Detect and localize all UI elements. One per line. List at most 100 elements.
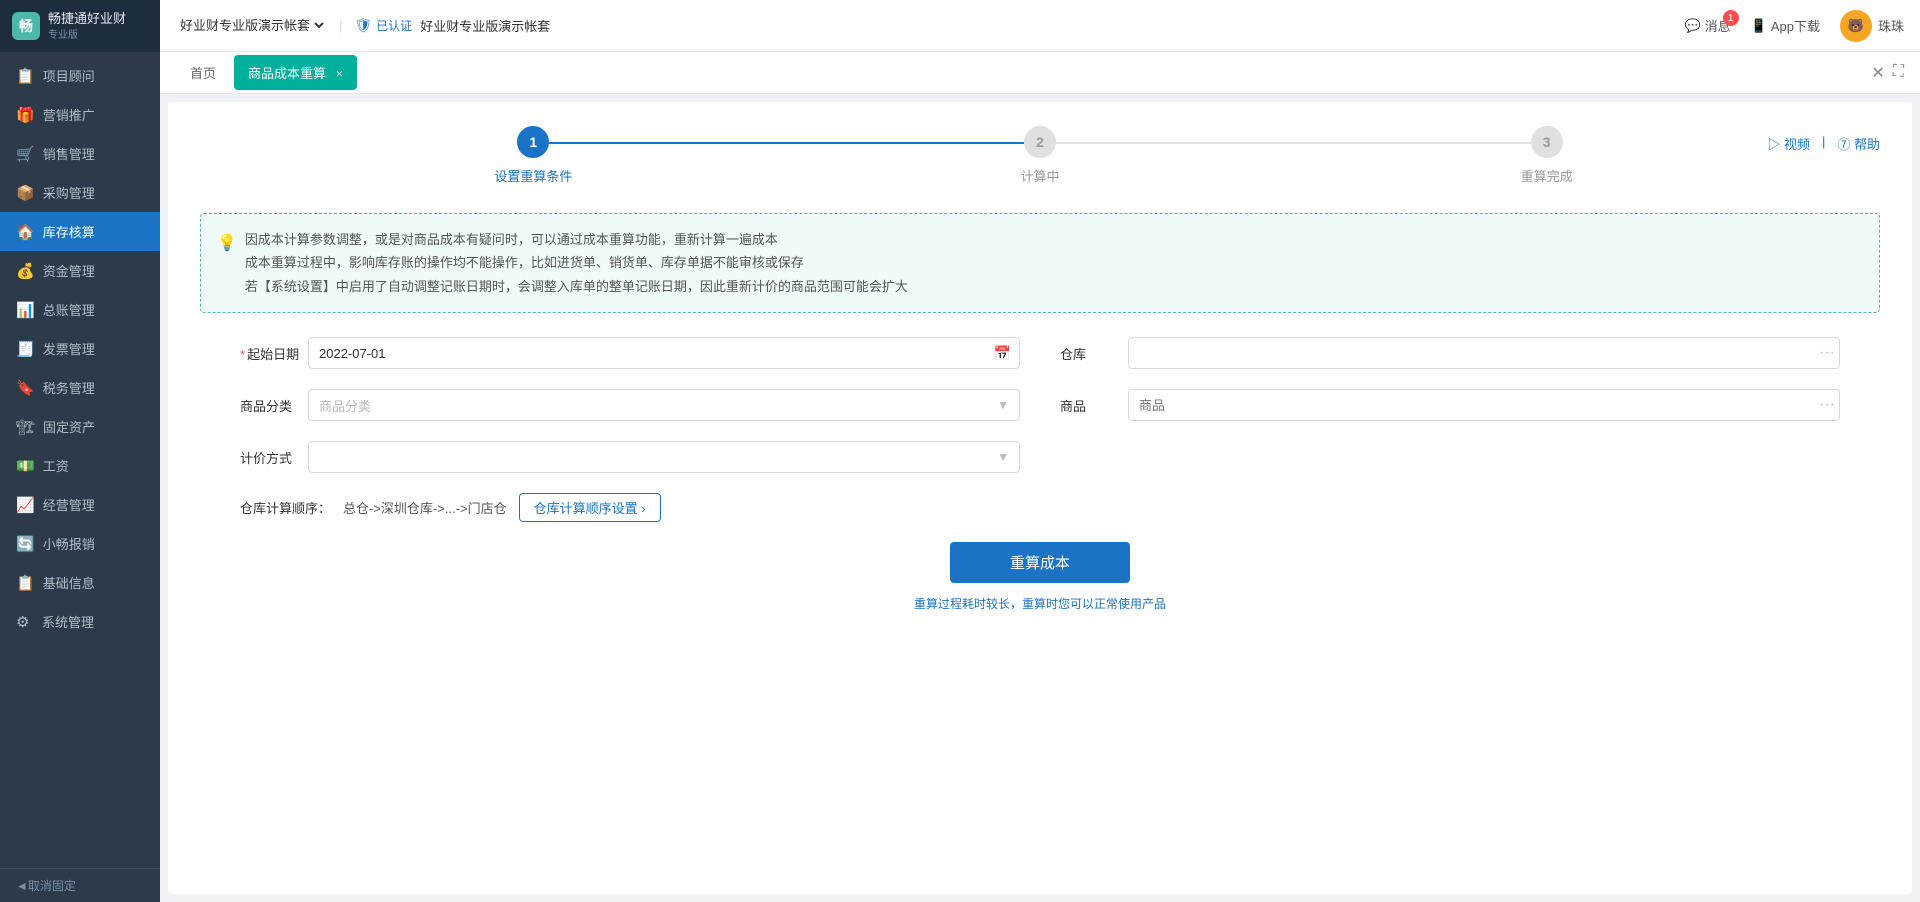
form-row-3: 计价方式 ▼ bbox=[240, 441, 1840, 473]
sidebar-item-marketing[interactable]: 🎁营销推广 bbox=[0, 95, 160, 134]
sidebar-item-payroll[interactable]: 💵 工资 bbox=[0, 446, 160, 485]
category-select[interactable]: 商品分类 ▼ bbox=[308, 389, 1020, 421]
topbar: 好业财专业版演示帐套 | 🛡 已认证 好业财专业版演示帐套 💬 消息 1 📱 A… bbox=[160, 0, 1920, 52]
warehouse-input[interactable] bbox=[1129, 340, 1815, 367]
sidebar-item-invoice[interactable]: 🧾发票管理 bbox=[0, 329, 160, 368]
recalc-hint: 重算过程耗时较长，重算时您可以正常使用产品 bbox=[914, 595, 1166, 612]
recalculate-button[interactable]: 重算成本 bbox=[950, 542, 1130, 583]
sidebar-item-inventory[interactable]: 🏠库存核算 bbox=[0, 212, 160, 251]
expand-icon[interactable]: ⛶ bbox=[1893, 63, 1904, 83]
sidebar-label-marketing: 营销推广 bbox=[43, 105, 95, 124]
user-avatar[interactable]: 🐻 珠珠 bbox=[1840, 10, 1904, 42]
app-download-button[interactable]: 📱 App下载 bbox=[1751, 16, 1820, 35]
start-date-input[interactable] bbox=[309, 340, 986, 367]
goods-field: 商品 ··· bbox=[1060, 389, 1840, 421]
sidebar-label-payroll: 工资 bbox=[43, 456, 69, 475]
pricing-chevron-icon: ▼ bbox=[997, 450, 1009, 464]
category-select-text: 商品分类 bbox=[319, 396, 997, 415]
step-circle-1: 1 bbox=[517, 126, 549, 158]
logo-icon: 畅 bbox=[12, 12, 40, 40]
sidebar-item-expense[interactable]: 🔄小畅报销 bbox=[0, 524, 160, 563]
pricing-field: 计价方式 ▼ bbox=[240, 441, 1020, 473]
sidebar-item-system[interactable]: ⚙系统管理 bbox=[0, 602, 160, 641]
start-date-field: *起始日期 📅 bbox=[240, 337, 1020, 369]
sidebar-icon-basics: 📋 bbox=[16, 574, 35, 592]
app-title: 畅捷通好业财 bbox=[48, 11, 126, 27]
warehouse-input-wrapper[interactable]: ··· bbox=[1128, 337, 1840, 369]
sidebar-footer[interactable]: ◄取消固定 bbox=[0, 868, 160, 902]
phone-icon: 📱 bbox=[1751, 18, 1767, 34]
warehouse-order-row: 仓库计算顺序： 总仓->深圳仓库->...->门店仓 仓库计算顺序设置 › bbox=[240, 493, 1840, 522]
sidebar-icon-operations: 📈 bbox=[16, 496, 35, 514]
warehouse-order-label: 仓库计算顺序： bbox=[240, 498, 331, 517]
warehouse-field: 仓库 ··· bbox=[1060, 337, 1840, 369]
shield-icon: 🛡 bbox=[354, 17, 372, 34]
sidebar-item-basics[interactable]: 📋 基础信息 bbox=[0, 563, 160, 602]
account-selector[interactable]: 好业财专业版演示帐套 bbox=[176, 17, 327, 34]
warehouse-more-icon[interactable]: ··· bbox=[1815, 344, 1839, 362]
sidebar-icon-payroll: 💵 bbox=[16, 457, 35, 475]
tab-home[interactable]: 首页 bbox=[176, 55, 230, 90]
step-circle-2: 2 bbox=[1024, 126, 1056, 158]
sidebar-nav: 📋项目顾问🎁营销推广 🛒 销售管理 📦采购管理🏠库存核算 💰 资金管理 📊总账管理🧾发票管理… bbox=[0, 52, 160, 868]
sidebar-label-tax: 税务管理 bbox=[43, 378, 95, 397]
form-section: *起始日期 📅 仓库 ··· 商 bbox=[200, 337, 1880, 522]
sidebar-label-ledger: 总账管理 bbox=[43, 300, 95, 319]
message-badge: 1 bbox=[1723, 10, 1739, 26]
goods-label: 商品 bbox=[1060, 396, 1120, 415]
info-icon: 💡 bbox=[217, 230, 237, 298]
goods-input[interactable] bbox=[1129, 392, 1815, 419]
sidebar-icon-assets: 🏗 bbox=[16, 418, 35, 436]
sidebar-icon-project: 📋 bbox=[16, 67, 35, 85]
warehouse-label: 仓库 bbox=[1060, 344, 1120, 363]
sidebar-item-tax[interactable]: 🔖 税务管理 bbox=[0, 368, 160, 407]
sidebar-icon-tax: 🔖 bbox=[16, 379, 35, 397]
help-link[interactable]: ⑦ 帮助 bbox=[1837, 134, 1880, 153]
app-subtitle: 专业版 bbox=[48, 26, 126, 41]
topbar-account: 好业财专业版演示帐套 bbox=[176, 17, 327, 34]
tabs-actions: ✕ ⛶ bbox=[1871, 63, 1904, 83]
form-row-1: *起始日期 📅 仓库 ··· bbox=[240, 337, 1840, 369]
info-box: 💡 因成本计算参数调整，或是对商品成本有疑问时，可以通过成本重算功能，重新计算一… bbox=[200, 213, 1880, 313]
category-field: 商品分类 商品分类 ▼ bbox=[240, 389, 1020, 421]
message-button[interactable]: 💬 消息 1 bbox=[1684, 16, 1730, 35]
step-2: 2 计算中 bbox=[787, 126, 1294, 185]
goods-more-icon[interactable]: ··· bbox=[1815, 396, 1839, 414]
tab-cost-recalc[interactable]: 商品成本重算 × bbox=[234, 55, 357, 90]
category-chevron-icon: ▼ bbox=[997, 398, 1009, 412]
sidebar-item-assets[interactable]: 🏗 固定资产 bbox=[0, 407, 160, 446]
main-area: 好业财专业版演示帐套 | 🛡 已认证 好业财专业版演示帐套 💬 消息 1 📱 A… bbox=[160, 0, 1920, 902]
sidebar-icon-finance: 💰 bbox=[16, 262, 35, 280]
sidebar-label-sales: 销售管理 bbox=[43, 144, 95, 163]
sidebar-icon-sales: 🛒 bbox=[16, 145, 35, 163]
sidebar-item-sales[interactable]: 🛒 销售管理 bbox=[0, 134, 160, 173]
topbar-right: 💬 消息 1 📱 App下载 🐻 珠珠 bbox=[1684, 10, 1904, 42]
step-label-1: 设置重算条件 bbox=[494, 166, 572, 185]
message-icon: 💬 bbox=[1684, 18, 1700, 34]
sidebar-label-operations: 经营管理 bbox=[43, 495, 95, 514]
pricing-select[interactable]: ▼ bbox=[308, 441, 1020, 473]
sidebar-label-expense: 小畅报销 bbox=[43, 534, 95, 553]
sidebar-label-system: 系统管理 bbox=[42, 612, 94, 631]
sidebar-label-finance: 资金管理 bbox=[43, 261, 95, 280]
sidebar-item-finance[interactable]: 💰 资金管理 bbox=[0, 251, 160, 290]
sidebar-item-ledger[interactable]: 📊总账管理 bbox=[0, 290, 160, 329]
warehouse-order-value: 总仓->深圳仓库->...->门店仓 bbox=[343, 498, 507, 517]
pricing-label: 计价方式 bbox=[240, 448, 300, 467]
sidebar-item-operations[interactable]: 📈 经营管理 bbox=[0, 485, 160, 524]
warehouse-order-settings-button[interactable]: 仓库计算顺序设置 › bbox=[519, 493, 661, 522]
step-circle-3: 3 bbox=[1531, 126, 1563, 158]
sidebar-label-basics: 基础信息 bbox=[43, 573, 95, 592]
calendar-icon[interactable]: 📅 bbox=[986, 345, 1019, 362]
close-window-icon[interactable]: ✕ bbox=[1871, 63, 1884, 83]
sidebar-item-purchase[interactable]: 📦采购管理 bbox=[0, 173, 160, 212]
tab-close-icon[interactable]: × bbox=[336, 66, 344, 81]
sidebar-label-assets: 固定资产 bbox=[43, 417, 95, 436]
sidebar: 畅 畅捷通好业财 专业版 📋项目顾问🎁营销推广 🛒 销售管理 📦采购管理🏠库存核算 💰 资… bbox=[0, 0, 160, 902]
step-label-3: 重算完成 bbox=[1521, 166, 1573, 185]
sidebar-item-project[interactable]: 📋项目顾问 bbox=[0, 56, 160, 95]
sidebar-label-purchase: 采购管理 bbox=[43, 183, 95, 202]
goods-input-wrapper[interactable]: ··· bbox=[1128, 389, 1840, 421]
start-date-input-wrapper[interactable]: 📅 bbox=[308, 337, 1020, 369]
step-3: 3 重算完成 bbox=[1293, 126, 1800, 185]
